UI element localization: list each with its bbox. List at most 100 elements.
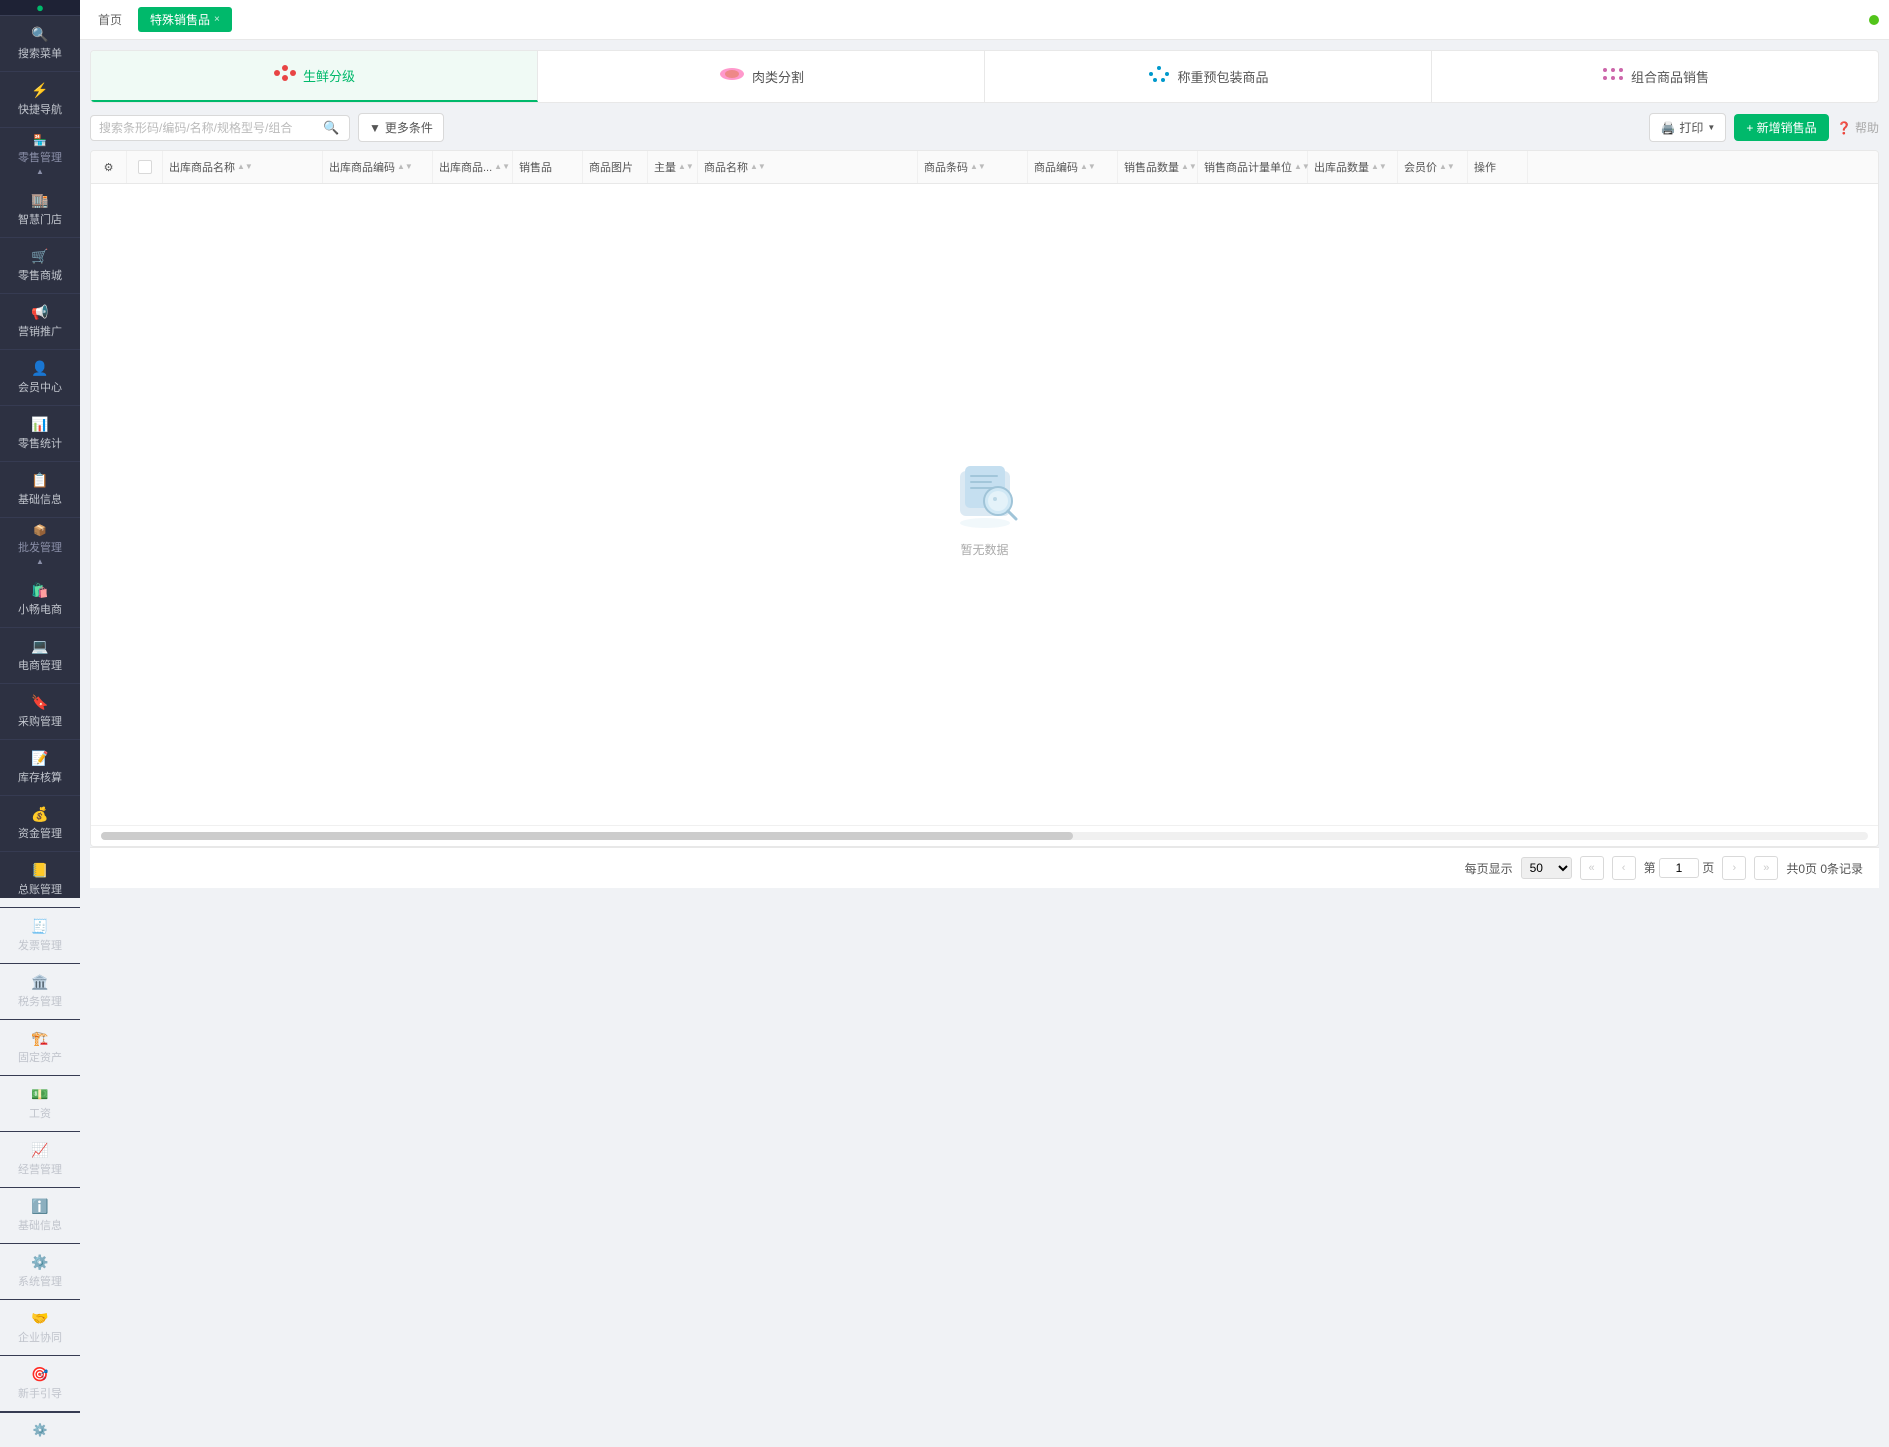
last-page-button[interactable]: » [1754,856,1778,880]
sidebar-item-inventory[interactable]: 📝 库存核算 [0,740,80,796]
app-logo: ● [0,0,80,16]
sort-icon[interactable]: ▲▼ [494,163,510,171]
sidebar-item-retail-mall[interactable]: 🛒 零售商城 [0,238,80,294]
th-goods-code: 商品编码 ▲▼ [1028,151,1118,183]
sidebar-item-fixed-assets[interactable]: 🏗️ 固定资产 [0,1020,80,1076]
per-page-select[interactable]: 50 10 20 100 [1521,857,1572,879]
th-out-spec: 出库商品... ▲▼ [433,151,513,183]
filter-icon: ▼ [369,121,381,135]
cat-tab-label: 称重预包装商品 [1177,67,1268,86]
sidebar-item-label: 智慧门店 [18,211,62,227]
search-icon[interactable]: 🔍 [323,120,339,136]
sidebar-item-ops-mgmt[interactable]: 📈 经营管理 [0,1132,80,1188]
horizontal-scrollbar-track[interactable] [101,832,1868,840]
help-button[interactable]: ❓ 帮助 [1837,119,1879,136]
tax-icon: 🏛️ [31,974,48,991]
sort-icon[interactable]: ▲▼ [1080,163,1096,171]
th-label: 商品条码 [924,159,968,175]
cat-tab-weigh-pack[interactable]: 称重预包装商品 [985,51,1432,102]
sidebar-item-tax[interactable]: 🏛️ 税务管理 [0,964,80,1020]
cat-tab-meat-cut[interactable]: 肉类分割 [538,51,985,102]
pagination-bar: 每页显示 50 10 20 100 « ‹ 第 页 › » 共0页 0条记录 [90,847,1879,888]
sidebar-item-label: 基础信息 [18,1217,62,1233]
purchase-icon: 🔖 [31,694,48,711]
wholesale-icon: 📦 [33,524,47,537]
tab-label: 特殊销售品 [150,11,210,28]
sidebar-item-corp[interactable]: 🤝 企业协同 [0,1300,80,1356]
next-page-button[interactable]: › [1722,856,1746,880]
sort-icon[interactable]: ▲▼ [1371,163,1387,171]
corp-icon: 🤝 [31,1310,48,1327]
th-check[interactable] [127,151,163,183]
sort-icon[interactable]: ▲▼ [1439,163,1455,171]
sort-icon[interactable]: ▲▼ [397,163,413,171]
sidebar-item-invoice[interactable]: 🧾 发票管理 [0,908,80,964]
sidebar-item-smart-store[interactable]: 🏬 智慧门店 [0,182,80,238]
sidebar-item-member-center[interactable]: 👤 会员中心 [0,350,80,406]
th-barcode: 商品条码 ▲▼ [918,151,1028,183]
sidebar-item-basic-info[interactable]: 📋 基础信息 [0,462,80,518]
sidebar-item-quick-nav[interactable]: ⚡ 快捷导航 [0,72,80,128]
cat-tab-fresh-grade[interactable]: 生鲜分级 [91,51,538,102]
sidebar-item-retail-mgmt[interactable]: 🏪 零售管理 [0,128,80,182]
sidebar-item-wholesale-mgmt[interactable]: 📦 批发管理 [0,518,80,572]
sidebar-item-micro-store[interactable]: 🛍️ 小畅电商 [0,572,80,628]
retail-mall-icon: 🛒 [31,248,48,265]
sidebar-item-retail-stats[interactable]: 📊 零售统计 [0,406,80,462]
meat-cut-icon [718,64,746,89]
sidebar-item-basic-info2[interactable]: ℹ️ 基础信息 [0,1188,80,1244]
sidebar-item-label: 发票管理 [18,937,62,953]
cat-tab-combo-sales[interactable]: 组合商品销售 [1432,51,1878,102]
print-button[interactable]: 🖨️ 打印 ▼ [1649,113,1726,142]
sys-mgmt-icon: ⚙️ [31,1254,48,1271]
sidebar-item-finance[interactable]: 💰 资金管理 [0,796,80,852]
sort-icon[interactable]: ▲▼ [1181,163,1197,171]
tab-close-icon[interactable]: × [214,14,220,25]
th-gear[interactable]: ⚙ [91,151,127,183]
special-sales-tab[interactable]: 特殊销售品 × [138,7,232,32]
print-icon: 🖨️ [1660,121,1675,135]
sort-icon[interactable]: ▲▼ [678,163,694,171]
sort-icon[interactable]: ▲▼ [237,163,253,171]
sidebar-item-label: 新手引导 [18,1385,62,1401]
sidebar-settings[interactable]: ⚙️ [0,1412,80,1447]
sidebar-item-search-menu[interactable]: 🔍 搜索菜单 [0,16,80,72]
select-all-checkbox[interactable] [138,160,152,174]
sidebar-item-sales-promo[interactable]: 📢 营销推广 [0,294,80,350]
retail-mgmt-icon: 🏪 [33,134,47,147]
sidebar-item-sys-mgmt[interactable]: ⚙️ 系统管理 [0,1244,80,1300]
cat-tab-label: 组合商品销售 [1631,67,1709,86]
horizontal-scrollbar-thumb[interactable] [101,832,1073,840]
sidebar: ● 🔍 搜索菜单 ⚡ 快捷导航 🏪 零售管理 🏬 智慧门店 🛒 零售商城 📢 营… [0,0,80,898]
sort-icon[interactable]: ▲▼ [970,163,986,171]
th-label: 销售品 [519,159,552,175]
sidebar-item-ecom-mgmt[interactable]: 💻 电商管理 [0,628,80,684]
page-input[interactable] [1659,858,1699,878]
th-label: 出库商品名称 [169,159,235,175]
th-out-name: 出库商品名称 ▲▼ [163,151,323,183]
sidebar-item-label: 会员中心 [18,379,62,395]
sort-icon[interactable]: ▲▼ [750,163,766,171]
add-button[interactable]: + 新增销售品 [1734,114,1828,141]
sidebar-item-label: 零售商城 [18,267,62,283]
sidebar-item-general-ledger[interactable]: 📒 总账管理 [0,852,80,908]
sidebar-item-label: 固定资产 [18,1049,62,1065]
prev-page-button[interactable]: ‹ [1612,856,1636,880]
th-out-code: 出库商品编码 ▲▼ [323,151,433,183]
sidebar-item-label: 快捷导航 [18,101,62,117]
first-page-button[interactable]: « [1580,856,1604,880]
sales-promo-icon: 📢 [31,304,48,321]
sidebar-item-purchase[interactable]: 🔖 采购管理 [0,684,80,740]
filter-button[interactable]: ▼ 更多条件 [358,113,444,142]
home-tab[interactable]: 首页 [90,7,130,32]
th-image: 商品图片 [583,151,648,183]
fresh-grade-icon [273,63,297,88]
column-settings-icon[interactable]: ⚙ [104,161,114,174]
sidebar-item-label: 税务管理 [18,993,62,1009]
search-input[interactable] [99,121,319,135]
sidebar-item-new-guide[interactable]: 🎯 新手引导 [0,1356,80,1412]
weigh-pack-icon [1147,64,1171,89]
sidebar-item-wages[interactable]: 💵 工资 [0,1076,80,1132]
print-label: 打印 [1679,119,1703,136]
th-label: 销售商品计量单位 [1204,159,1292,175]
